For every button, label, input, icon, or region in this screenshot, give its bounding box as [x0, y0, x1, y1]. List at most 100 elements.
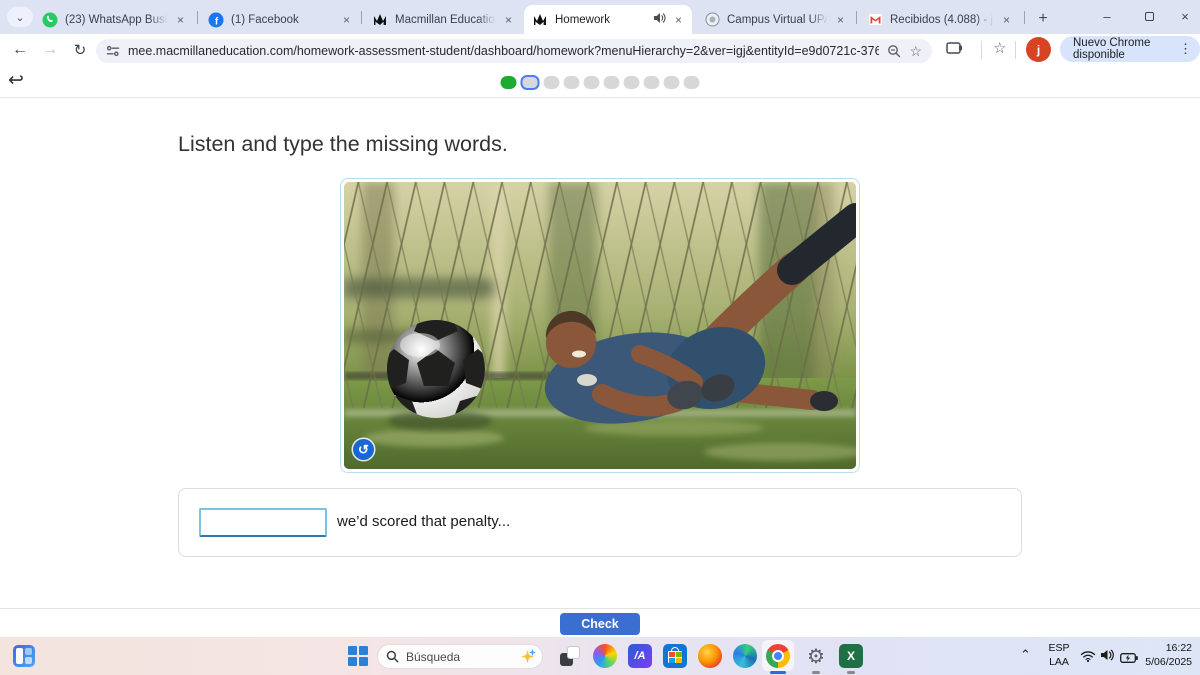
tab-label: Homework	[555, 13, 610, 26]
replay-audio-button[interactable]: ↺	[353, 439, 374, 460]
exercise-content: Listen and type the missing words. ↺ we’…	[0, 98, 1200, 608]
battery-icon[interactable]	[1120, 650, 1138, 668]
close-window-button[interactable]: ×	[1170, 2, 1200, 30]
tab-label: (1) Facebook	[231, 13, 299, 26]
excel-icon[interactable]: X	[839, 644, 863, 668]
progress-dot-todo	[623, 76, 640, 89]
browser-window: ⌄ (23) WhatsApp Business × f (1) Faceboo…	[0, 0, 1200, 675]
tab-whatsapp[interactable]: (23) WhatsApp Business ×	[34, 5, 194, 34]
chevron-down-icon: ⌄	[15, 11, 25, 24]
volume-icon[interactable]	[1100, 648, 1115, 667]
task-view-icon[interactable]	[558, 644, 582, 668]
widgets-icon[interactable]	[13, 645, 35, 667]
profile-avatar[interactable]: j	[1026, 37, 1051, 62]
tab-separator	[197, 11, 198, 24]
search-placeholder: Búsqueda	[406, 649, 461, 664]
campus-icon	[704, 12, 720, 28]
facebook-icon: f	[208, 12, 224, 28]
site-settings-icon[interactable]	[106, 45, 120, 57]
menu-kebab-icon[interactable]: ⋮	[1179, 41, 1192, 57]
tray-date: 5/06/2025	[1145, 655, 1192, 668]
maximize-icon	[1144, 11, 1154, 21]
tab-label: (23) WhatsApp Business	[65, 13, 168, 26]
search-icon	[386, 650, 399, 663]
close-icon[interactable]: ×	[1001, 13, 1012, 27]
language-line1: ESP	[1048, 642, 1070, 654]
edge-icon[interactable]	[733, 644, 757, 668]
zoom-icon[interactable]	[887, 44, 901, 58]
tab-gmail[interactable]: Recibidos (4.088) - jsotom ×	[859, 5, 1020, 34]
progress-dot-done	[500, 76, 517, 89]
progress-dot-todo	[583, 76, 600, 89]
reload-button[interactable]: ↻	[66, 36, 94, 64]
chrome-icon[interactable]	[766, 644, 790, 668]
toolbar-separator	[1015, 41, 1016, 59]
tab-facebook[interactable]: f (1) Facebook ×	[200, 5, 360, 34]
macmillan-icon	[372, 12, 388, 28]
check-button[interactable]: Check	[560, 613, 640, 635]
progress-dot-todo	[563, 76, 580, 89]
exercise-header: ↩	[0, 66, 1200, 98]
macmillan-icon	[532, 12, 548, 28]
goalkeeper-photo-illustration	[344, 182, 856, 469]
back-button[interactable]: ←	[6, 36, 34, 64]
close-icon[interactable]: ×	[673, 13, 684, 27]
tab-label: Campus Virtual UPAO | Mu	[727, 13, 828, 26]
extension-star-icon[interactable]: ☆	[993, 39, 1006, 57]
update-label: Nuevo Chrome disponible	[1073, 37, 1151, 61]
tab-separator	[361, 11, 362, 24]
sentence-text: we’d scored that penalty...	[337, 513, 511, 530]
url-text[interactable]: mee.macmillaneducation.com/homework-asse…	[128, 44, 879, 58]
running-indicator	[847, 671, 855, 674]
slash-a-app-icon[interactable]: /A	[628, 644, 652, 668]
answer-input[interactable]	[199, 508, 327, 537]
sparkle-small-icon	[529, 649, 536, 656]
tab-separator	[856, 11, 857, 24]
close-icon[interactable]: ×	[341, 13, 352, 27]
check-row: Check	[0, 608, 1200, 637]
tab-campus-upao[interactable]: Campus Virtual UPAO | Mu ×	[696, 5, 854, 34]
windows-taskbar: Búsqueda /A ⚙ X ⌃ ESP LAA 16:22 5/06/202…	[0, 637, 1200, 675]
microsoft-store-icon[interactable]	[663, 644, 687, 668]
maximize-button[interactable]	[1134, 2, 1164, 30]
toolbar-separator	[981, 41, 982, 59]
exercise-image-frame: ↺	[340, 178, 860, 473]
side-panel-icon[interactable]	[946, 40, 963, 61]
forward-button[interactable]: →	[36, 36, 64, 64]
new-tab-button[interactable]: +	[1032, 8, 1054, 30]
settings-gear-icon[interactable]: ⚙	[804, 644, 828, 668]
address-bar[interactable]: mee.macmillaneducation.com/homework-asse…	[96, 39, 932, 63]
copilot-icon[interactable]	[593, 644, 617, 668]
bookmark-star-icon[interactable]: ☆	[909, 43, 922, 60]
progress-dot-todo	[603, 76, 620, 89]
tab-audio-icon[interactable]	[653, 12, 666, 27]
progress-dot-todo	[543, 76, 560, 89]
tab-label: Recibidos (4.088) - jsotom	[890, 13, 994, 26]
tab-homework-active[interactable]: Homework ×	[524, 5, 692, 34]
whatsapp-icon	[42, 12, 58, 28]
tab-search-button[interactable]: ⌄	[7, 7, 33, 27]
progress-dot-current	[520, 75, 540, 90]
progress-indicator	[500, 75, 700, 90]
language-indicator[interactable]: ESP LAA	[1044, 642, 1074, 669]
close-icon[interactable]: ×	[175, 13, 186, 27]
answer-card: we’d scored that penalty...	[178, 488, 1022, 557]
clock[interactable]: 16:22 5/06/2025	[1145, 642, 1192, 669]
wifi-icon[interactable]	[1080, 649, 1096, 667]
exit-exercise-icon[interactable]: ↩	[8, 69, 24, 92]
tray-expand-icon[interactable]: ⌃	[1020, 647, 1031, 663]
tray-time: 16:22	[1165, 642, 1192, 654]
page-title: Listen and type the missing words.	[178, 132, 508, 156]
firefox-icon[interactable]	[698, 644, 722, 668]
close-icon[interactable]: ×	[835, 13, 846, 27]
close-icon[interactable]: ×	[503, 13, 514, 27]
tab-macmillan[interactable]: Macmillan Education Every ×	[364, 5, 522, 34]
taskbar-search[interactable]: Búsqueda	[377, 644, 543, 669]
chrome-running-indicator	[770, 671, 786, 674]
chrome-update-pill[interactable]: Nuevo Chrome disponible ⋮	[1060, 36, 1200, 62]
start-button[interactable]	[348, 646, 368, 666]
tab-separator	[1024, 11, 1025, 24]
tab-strip: ⌄ (23) WhatsApp Business × f (1) Faceboo…	[0, 0, 1200, 34]
progress-dot-todo	[663, 76, 680, 89]
minimize-button[interactable]: –	[1092, 2, 1122, 30]
